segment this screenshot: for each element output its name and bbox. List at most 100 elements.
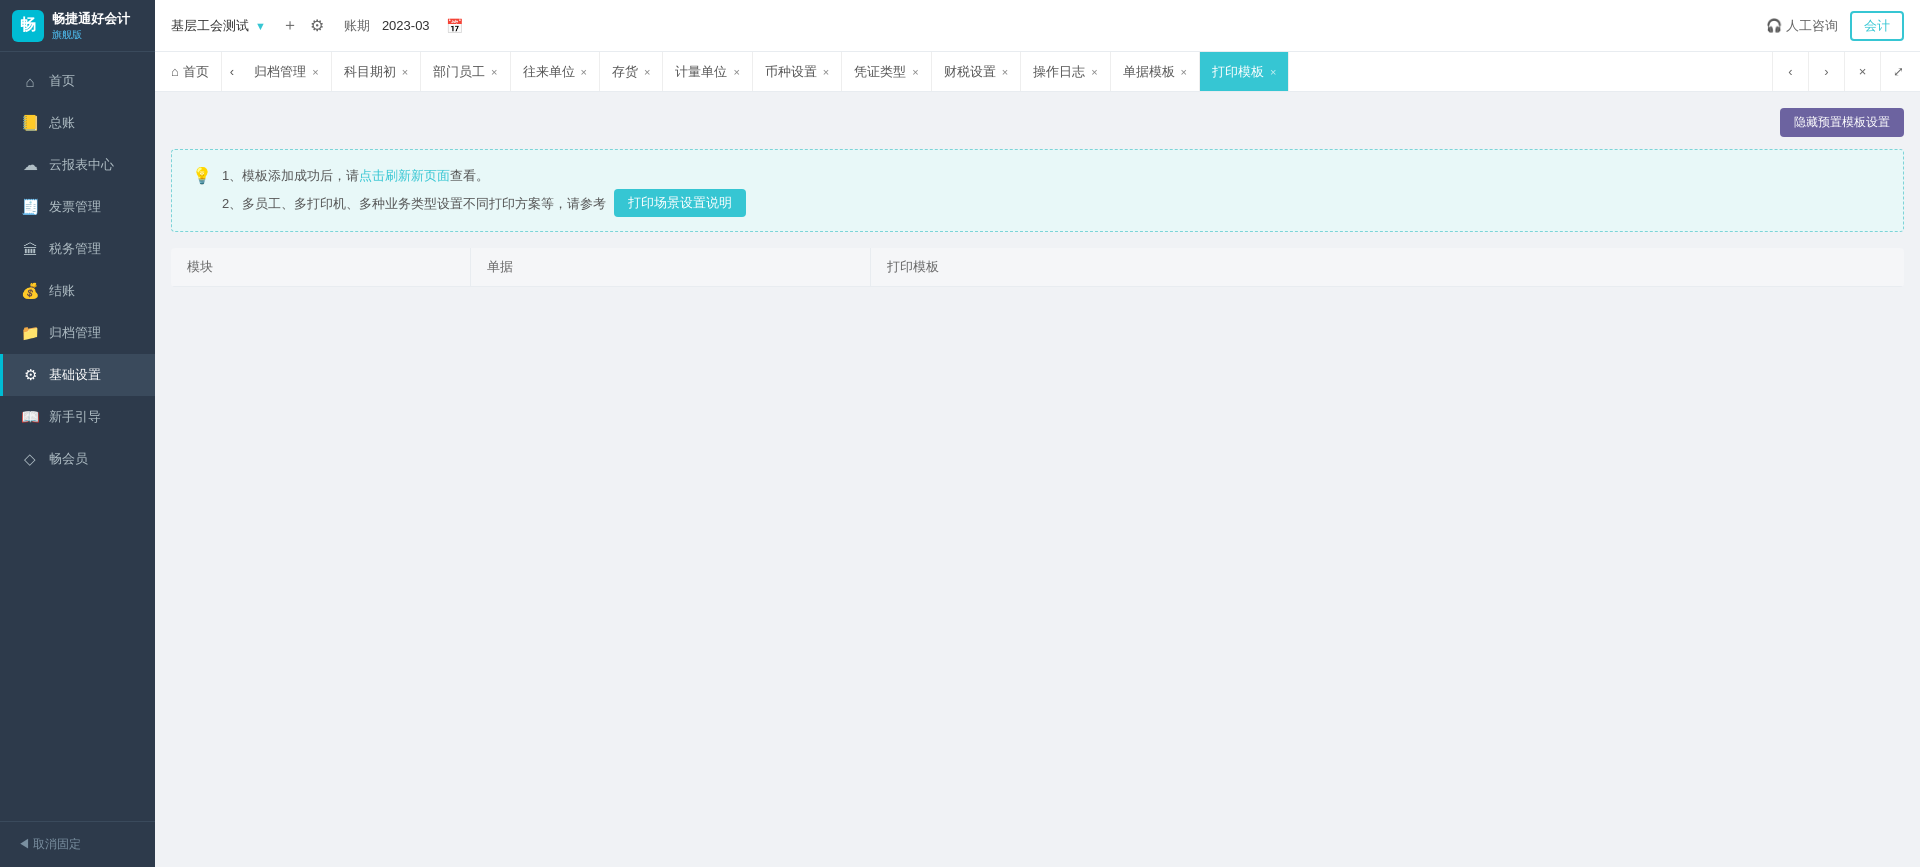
tab-label: 部门员工 [433, 63, 485, 81]
invoice-icon: 🧾 [21, 198, 39, 216]
tab-label: 凭证类型 [854, 63, 906, 81]
settlement-icon: 💰 [21, 282, 39, 300]
tab-close-icon[interactable]: × [733, 66, 739, 78]
tab-close-icon[interactable]: × [581, 66, 587, 78]
sidebar-item-home[interactable]: ⌂ 首页 [0, 60, 155, 102]
sidebar-item-invoice[interactable]: 🧾 发票管理 [0, 186, 155, 228]
sidebar-item-member[interactable]: ◇ 畅会员 [0, 438, 155, 480]
dropdown-arrow-icon: ▼ [255, 20, 266, 32]
tab-close-icon[interactable]: × [823, 66, 829, 78]
company-name: 基层工会测试 [171, 17, 249, 35]
app-version: 旗舰版 [52, 28, 130, 42]
help-button[interactable]: 🎧 人工咨询 [1766, 17, 1838, 35]
sidebar-item-ledger[interactable]: 📒 总账 [0, 102, 155, 144]
tab-dept-staff[interactable]: 部门员工 × [421, 52, 510, 92]
tab-close-icon[interactable]: × [1181, 66, 1187, 78]
notice-box: 💡 1、模板添加成功后，请点击刷新新页面查看。 2、多员工、多打印机、多种业务类… [171, 149, 1904, 232]
tab-label: 计量单位 [675, 63, 727, 81]
sidebar-item-label: 基础设置 [49, 366, 101, 384]
col-module: 模块 [171, 248, 471, 286]
archive-icon: 📁 [21, 324, 39, 342]
hide-template-button[interactable]: 隐藏预置模板设置 [1780, 108, 1904, 137]
settings-icon: ⚙ [21, 366, 39, 384]
sidebar: 畅 畅捷通好会计 旗舰版 ⌂ 首页 📒 总账 ☁ 云报表中心 🧾 发票管理 🏛 … [0, 0, 155, 867]
sidebar-item-guide[interactable]: 📖 新手引导 [0, 396, 155, 438]
tab-close-icon[interactable]: × [312, 66, 318, 78]
top-bar: 基层工会测试 ▼ ＋ ⚙ 账期 2023-03 📅 🎧 人工咨询 会计 [155, 0, 1920, 52]
guide-icon: 📖 [21, 408, 39, 426]
print-scene-button[interactable]: 打印场景设置说明 [614, 189, 746, 217]
home-icon: ⌂ [21, 73, 39, 90]
top-bar-actions: ＋ ⚙ 账期 2023-03 📅 [282, 15, 463, 36]
sidebar-item-tax[interactable]: 🏛 税务管理 [0, 228, 155, 270]
tab-close-icon[interactable]: × [491, 66, 497, 78]
sidebar-item-archive[interactable]: 📁 归档管理 [0, 312, 155, 354]
tax-icon: 🏛 [21, 241, 39, 258]
tab-scroll-right-button[interactable]: › [1808, 52, 1844, 92]
tab-voucher-type[interactable]: 凭证类型 × [842, 52, 931, 92]
tab-inventory[interactable]: 存货 × [600, 52, 663, 92]
tab-label: 操作日志 [1033, 63, 1085, 81]
notice-text: 1、模板添加成功后，请点击刷新新页面查看。 2、多员工、多打印机、多种业务类型设… [222, 164, 746, 217]
tab-close-icon[interactable]: × [1002, 66, 1008, 78]
tab-label: 往来单位 [523, 63, 575, 81]
sidebar-item-settlement[interactable]: 💰 结账 [0, 270, 155, 312]
sidebar-item-label: 首页 [49, 72, 75, 90]
tab-close-icon[interactable]: × [402, 66, 408, 78]
tab-label: 打印模板 [1212, 63, 1264, 81]
tab-tax-settings[interactable]: 财税设置 × [932, 52, 1021, 92]
tab-single-template[interactable]: 单据模板 × [1111, 52, 1200, 92]
sidebar-item-label: 发票管理 [49, 198, 101, 216]
refresh-link[interactable]: 点击刷新新页面 [359, 168, 450, 183]
sidebar-item-label: 总账 [49, 114, 75, 132]
sidebar-item-label: 税务管理 [49, 240, 101, 258]
content-header: 隐藏预置模板设置 [171, 108, 1904, 149]
member-icon: ◇ [21, 450, 39, 468]
sidebar-item-reports[interactable]: ☁ 云报表中心 [0, 144, 155, 186]
tab-print-template[interactable]: 打印模板 × [1200, 52, 1289, 92]
headset-icon: 🎧 [1766, 18, 1782, 33]
sidebar-item-label: 归档管理 [49, 324, 101, 342]
tab-label: 财税设置 [944, 63, 996, 81]
tab-close-icon[interactable]: × [1270, 66, 1276, 78]
tab-scroll-left-button[interactable]: ‹ [1772, 52, 1808, 92]
sidebar-item-label: 新手引导 [49, 408, 101, 426]
tab-subject-period[interactable]: 科目期初 × [332, 52, 421, 92]
tab-close-all-button[interactable]: × [1844, 52, 1880, 92]
home-tab-icon: ⌂ [171, 64, 179, 79]
tab-home[interactable]: ⌂ 首页 [159, 52, 222, 92]
col-print-template: 打印模板 [871, 248, 1904, 286]
top-bar-right: 🎧 人工咨询 会计 [1766, 11, 1904, 41]
tab-operation-log[interactable]: 操作日志 × [1021, 52, 1110, 92]
notice-line2: 2、多员工、多打印机、多种业务类型设置不同打印方案等，请参考 打印场景设置说明 [222, 189, 746, 217]
data-table: 模块 单据 打印模板 [171, 248, 1904, 287]
tab-close-icon[interactable]: × [912, 66, 918, 78]
unpin-button[interactable]: ◀ 取消固定 [0, 821, 155, 867]
add-tab-button[interactable]: ＋ [282, 15, 298, 36]
main-area: 基层工会测试 ▼ ＋ ⚙ 账期 2023-03 📅 🎧 人工咨询 会计 ⌂ 首页… [155, 0, 1920, 867]
app-name: 畅捷通好会计 [52, 10, 130, 28]
bulb-icon: 💡 [192, 166, 212, 185]
tab-archive-mgmt[interactable]: 归档管理 × [242, 52, 331, 92]
tab-close-icon[interactable]: × [644, 66, 650, 78]
tab-expand-button[interactable]: ⤢ [1880, 52, 1916, 92]
tab-nav-back[interactable]: ‹ [222, 52, 242, 92]
tab-label: 存货 [612, 63, 638, 81]
sidebar-item-label: 结账 [49, 282, 75, 300]
content-area: 隐藏预置模板设置 💡 1、模板添加成功后，请点击刷新新页面查看。 2、多员工、多… [155, 92, 1920, 867]
tab-counterparty[interactable]: 往来单位 × [511, 52, 600, 92]
settings-gear-icon[interactable]: ⚙ [310, 16, 324, 35]
tab-label: 归档管理 [254, 63, 306, 81]
tab-label: 币种设置 [765, 63, 817, 81]
account-button[interactable]: 会计 [1850, 11, 1904, 41]
calendar-icon[interactable]: 📅 [446, 18, 463, 34]
tab-currency[interactable]: 币种设置 × [753, 52, 842, 92]
tab-actions: ‹ › × ⤢ [1772, 52, 1916, 92]
tab-close-icon[interactable]: × [1091, 66, 1097, 78]
sidebar-item-label: 云报表中心 [49, 156, 114, 174]
sidebar-item-settings[interactable]: ⚙ 基础设置 [0, 354, 155, 396]
tab-measure-unit[interactable]: 计量单位 × [663, 52, 752, 92]
tab-label: 科目期初 [344, 63, 396, 81]
company-selector[interactable]: 基层工会测试 ▼ [171, 17, 266, 35]
sidebar-item-label: 畅会员 [49, 450, 88, 468]
